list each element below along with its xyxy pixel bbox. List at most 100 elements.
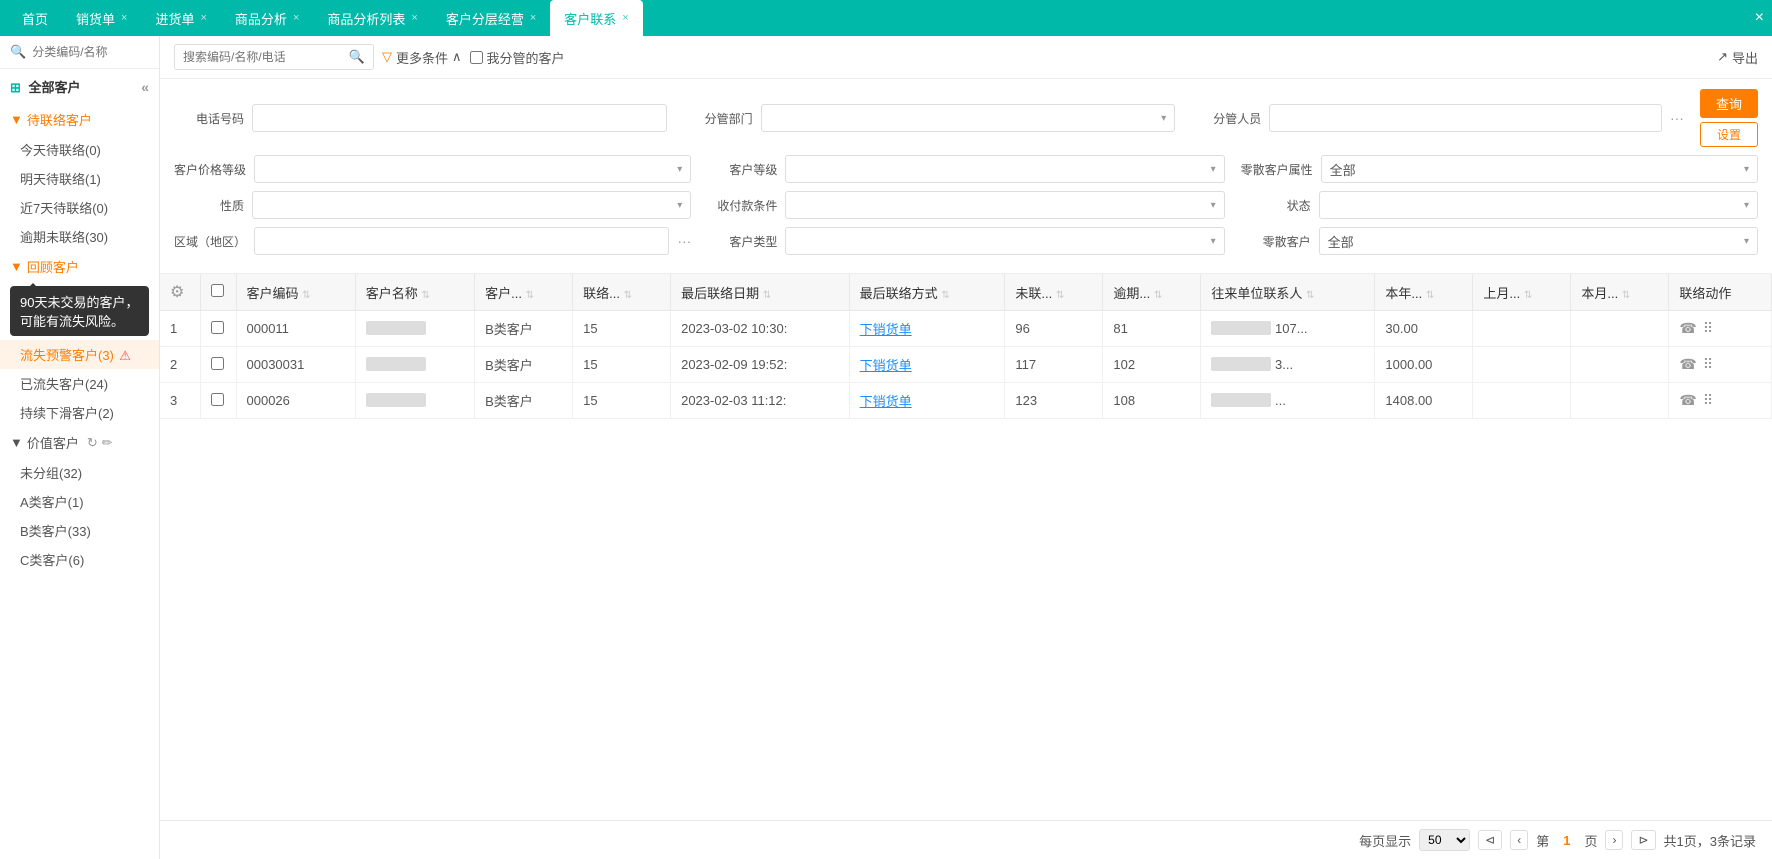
total-label: 共1页，3条记录 — [1664, 831, 1756, 850]
close-purchase-order[interactable]: × — [200, 12, 206, 24]
sidebar-item-class-c[interactable]: C类客户(6) — [0, 545, 159, 574]
tab-product-analysis[interactable]: 商品分析 × — [221, 0, 313, 36]
action-contact-icon[interactable]: ☎ — [1679, 356, 1696, 373]
sidebar-item-churned[interactable]: 已流失客户(24) — [0, 369, 159, 398]
sidebar-item-ungrouped[interactable]: 未分组(32) — [0, 458, 159, 487]
col-name[interactable]: 客户名称 ⇅ — [355, 274, 474, 311]
prev-page-btn[interactable]: ‹ — [1510, 830, 1528, 850]
zero-attr-select[interactable]: 全部 ▾ — [1321, 155, 1758, 183]
sidebar-search-input[interactable] — [32, 45, 160, 59]
tab-homepage[interactable]: 首页 — [8, 0, 62, 36]
my-customers-check[interactable] — [470, 51, 483, 64]
col-contact-count[interactable]: 联络... ⇅ — [573, 274, 671, 311]
dept-select[interactable]: ▾ — [761, 104, 1176, 132]
close-product-analysis-list[interactable]: × — [411, 12, 417, 24]
col-uncontacted[interactable]: 未联... ⇅ — [1005, 274, 1103, 311]
action-more-icon[interactable]: ⠿ — [1703, 320, 1713, 337]
tab-purchase-order[interactable]: 进货单 × — [141, 0, 220, 36]
region-more-icon[interactable]: ··· — [677, 233, 691, 249]
cell-checkbox[interactable] — [200, 311, 236, 347]
col-last-date[interactable]: 最后联络日期 ⇅ — [671, 274, 850, 311]
tab-sales-order[interactable]: 销货单 × — [62, 0, 141, 36]
col-settings[interactable]: ⚙ — [160, 274, 200, 311]
refresh-icon[interactable]: ↻ — [87, 435, 98, 451]
sidebar-section-value[interactable]: ▼ 价值客户 ↻ ✏ — [0, 427, 159, 458]
first-page-btn[interactable]: ⊲ — [1478, 830, 1502, 850]
sidebar-item-tomorrow[interactable]: 明天待联络(1) — [0, 164, 159, 193]
main-search-input[interactable] — [183, 50, 343, 64]
cell-seq: 3 — [160, 383, 200, 419]
sidebar-item-churn-warning[interactable]: 流失预警客户(3) ⚠ — [0, 340, 159, 369]
my-customers-checkbox[interactable]: 我分管的客户 — [470, 48, 565, 67]
last-page-btn[interactable]: ⊳ — [1631, 830, 1655, 850]
col-overdue[interactable]: 逾期... ⇅ — [1103, 274, 1201, 311]
row-checkbox[interactable] — [211, 321, 224, 334]
more-conditions-btn[interactable]: ▽ 更多条件 ∧ — [382, 48, 462, 67]
sidebar-section-review[interactable]: ▼ 回顾客户 — [0, 251, 159, 282]
per-page-select[interactable]: 50 100 200 — [1419, 829, 1470, 851]
query-btn[interactable]: 查询 — [1700, 89, 1758, 118]
tab-customer-segmentation[interactable]: 客户分层经营 × — [432, 0, 550, 36]
sidebar-item-today[interactable]: 今天待联络(0) — [0, 135, 159, 164]
table-row: 1 000011 B类客户 15 2023-03-02 10:30: 下销货单 … — [160, 311, 1772, 347]
action-contact-icon[interactable]: ☎ — [1679, 320, 1696, 337]
select-all-checkbox[interactable] — [211, 284, 224, 297]
settings-col-icon[interactable]: ⚙ — [170, 284, 184, 301]
col-this-year[interactable]: 本年... ⇅ — [1375, 274, 1473, 311]
region-input[interactable] — [254, 227, 669, 255]
phone-input[interactable] — [252, 104, 667, 132]
price-level-select[interactable]: ▾ — [254, 155, 691, 183]
gender-chevron: ▾ — [677, 200, 682, 211]
next-page-btn[interactable]: › — [1605, 830, 1623, 850]
col-last-month[interactable]: 上月... ⇅ — [1473, 274, 1571, 311]
gender-select[interactable]: ▾ — [252, 191, 691, 219]
sidebar-item-class-a[interactable]: A类客户(1) — [0, 487, 159, 516]
zero-customer-select[interactable]: 全部 ▾ — [1319, 227, 1758, 255]
close-customer-segmentation[interactable]: × — [530, 12, 536, 24]
col-last-method[interactable]: 最后联络方式 ⇅ — [849, 274, 1005, 311]
close-all-tabs[interactable]: × — [1755, 9, 1764, 27]
cell-uncontacted: 96 — [1005, 311, 1103, 347]
action-more-icon[interactable]: ⠿ — [1703, 356, 1713, 373]
col-code[interactable]: 客户编码 ⇅ — [236, 274, 355, 311]
close-product-analysis[interactable]: × — [293, 12, 299, 24]
col-this-month[interactable]: 本月... ⇅ — [1571, 274, 1669, 311]
col-contact-person[interactable]: 往来单位联系人 ⇅ — [1201, 274, 1375, 311]
action-contact-icon[interactable]: ☎ — [1679, 392, 1696, 409]
edit-icon[interactable]: ✏ — [102, 435, 113, 451]
sort-person-icon: ⇅ — [1306, 290, 1314, 301]
customer-type-select[interactable]: ▾ — [785, 227, 1224, 255]
tab-customer-contact[interactable]: 客户联系 × — [550, 0, 642, 36]
cell-checkbox[interactable] — [200, 383, 236, 419]
sort-method-icon: ⇅ — [941, 290, 949, 301]
export-btn[interactable]: ↗ 导出 — [1717, 48, 1758, 67]
settings-btn[interactable]: 设置 — [1700, 122, 1758, 147]
sidebar-item-class-b[interactable]: B类客户(33) — [0, 516, 159, 545]
sidebar-item-overdue[interactable]: 逾期未联络(30) — [0, 222, 159, 251]
main-search-icon[interactable]: 🔍 — [349, 49, 365, 65]
customer-level-select[interactable]: ▾ — [785, 155, 1224, 183]
payment-select[interactable]: ▾ — [785, 191, 1224, 219]
sidebar-item-declining[interactable]: 持续下滑客户(2) — [0, 398, 159, 427]
last-method-link[interactable]: 下销货单 — [860, 358, 912, 373]
last-method-link[interactable]: 下销货单 — [860, 394, 912, 409]
sidebar-section-pending[interactable]: ▼ 待联络客户 — [0, 104, 159, 135]
cell-checkbox[interactable] — [200, 347, 236, 383]
person-more-icon[interactable]: ··· — [1670, 110, 1684, 126]
sidebar-all-customers-label: 全部客户 — [29, 80, 81, 95]
person-input[interactable] — [1269, 104, 1662, 132]
row-checkbox[interactable] — [211, 393, 224, 406]
close-sales-order[interactable]: × — [121, 12, 127, 24]
row-checkbox[interactable] — [211, 357, 224, 370]
action-more-icon[interactable]: ⠿ — [1703, 392, 1713, 409]
sidebar-item-7days[interactable]: 近7天待联络(0) — [0, 193, 159, 222]
status-select[interactable]: ▾ — [1319, 191, 1758, 219]
col-customer-type[interactable]: 客户... ⇅ — [475, 274, 573, 311]
tab-product-analysis-list[interactable]: 商品分析列表 × — [313, 0, 431, 36]
cell-last-month — [1473, 311, 1571, 347]
cell-contact-person: ... — [1201, 383, 1375, 419]
sidebar-collapse-btn[interactable]: « — [141, 79, 149, 95]
cell-last-month — [1473, 383, 1571, 419]
last-method-link[interactable]: 下销货单 — [860, 322, 912, 337]
close-customer-contact[interactable]: × — [622, 12, 628, 24]
